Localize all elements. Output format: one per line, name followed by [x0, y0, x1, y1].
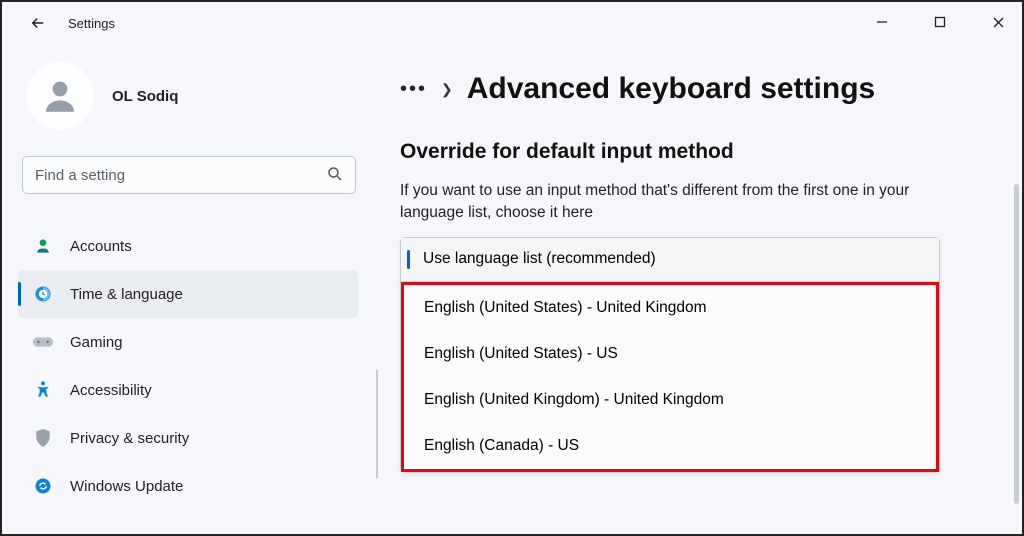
- windows-update-icon: [32, 475, 54, 497]
- sidebar-item-label: Accessibility: [70, 382, 152, 399]
- dropdown-option[interactable]: English (United States) - United Kingdom: [404, 285, 936, 331]
- username: OL Sodiq: [112, 88, 178, 105]
- breadcrumb-more-icon[interactable]: •••: [400, 78, 427, 101]
- time-language-icon: [32, 283, 54, 305]
- avatar: [26, 62, 94, 130]
- chevron-right-icon: ❯: [441, 81, 453, 98]
- sidebar-item-privacy-security[interactable]: Privacy & security: [18, 414, 358, 462]
- main-content: ••• ❯ Advanced keyboard settings Overrid…: [372, 44, 1022, 534]
- input-method-dropdown[interactable]: Use language list (recommended) English …: [400, 237, 940, 473]
- divider: [376, 370, 378, 478]
- gaming-icon: [32, 331, 54, 353]
- section-description: If you want to use an input method that'…: [400, 180, 940, 225]
- close-button[interactable]: [980, 8, 1016, 36]
- page-title: Advanced keyboard settings: [467, 72, 875, 106]
- search-icon: [326, 165, 344, 183]
- accounts-icon: [32, 235, 54, 257]
- dropdown-options-highlight: English (United States) - United Kingdom…: [401, 282, 939, 472]
- sidebar-item-label: Privacy & security: [70, 430, 189, 447]
- sidebar-item-windows-update[interactable]: Windows Update: [18, 462, 358, 510]
- dropdown-option[interactable]: English (United States) - US: [404, 331, 936, 377]
- accessibility-icon: [32, 379, 54, 401]
- window-title: Settings: [68, 16, 115, 31]
- back-button[interactable]: [22, 7, 54, 39]
- sidebar-item-gaming[interactable]: Gaming: [18, 318, 358, 366]
- dropdown-option[interactable]: English (United Kingdom) - United Kingdo…: [404, 377, 936, 423]
- dropdown-selected[interactable]: Use language list (recommended): [401, 238, 939, 282]
- section-heading: Override for default input method: [400, 140, 994, 164]
- minimize-button[interactable]: [864, 8, 900, 36]
- sidebar-item-accessibility[interactable]: Accessibility: [18, 366, 358, 414]
- maximize-button[interactable]: [922, 8, 958, 36]
- user-profile[interactable]: OL Sodiq: [26, 62, 358, 130]
- search-box[interactable]: [22, 156, 358, 194]
- window-controls: [864, 8, 1016, 36]
- sidebar-item-label: Windows Update: [70, 478, 183, 495]
- titlebar: Settings: [2, 2, 1022, 44]
- breadcrumb: ••• ❯ Advanced keyboard settings: [400, 72, 994, 106]
- sidebar-item-accounts[interactable]: Accounts: [18, 222, 358, 270]
- search-input[interactable]: [22, 156, 356, 194]
- sidebar-item-label: Time & language: [70, 286, 183, 303]
- sidebar: OL Sodiq Accounts Time & language Gaming…: [2, 44, 372, 534]
- sidebar-item-label: Accounts: [70, 238, 132, 255]
- scrollbar[interactable]: [1014, 184, 1019, 504]
- dropdown-option[interactable]: English (Canada) - US: [404, 423, 936, 469]
- sidebar-item-time-language[interactable]: Time & language: [18, 270, 358, 318]
- nav-list: Accounts Time & language Gaming Accessib…: [22, 222, 358, 510]
- dropdown-selected-label: Use language list (recommended): [423, 250, 656, 268]
- shield-icon: [32, 427, 54, 449]
- sidebar-item-label: Gaming: [70, 334, 123, 351]
